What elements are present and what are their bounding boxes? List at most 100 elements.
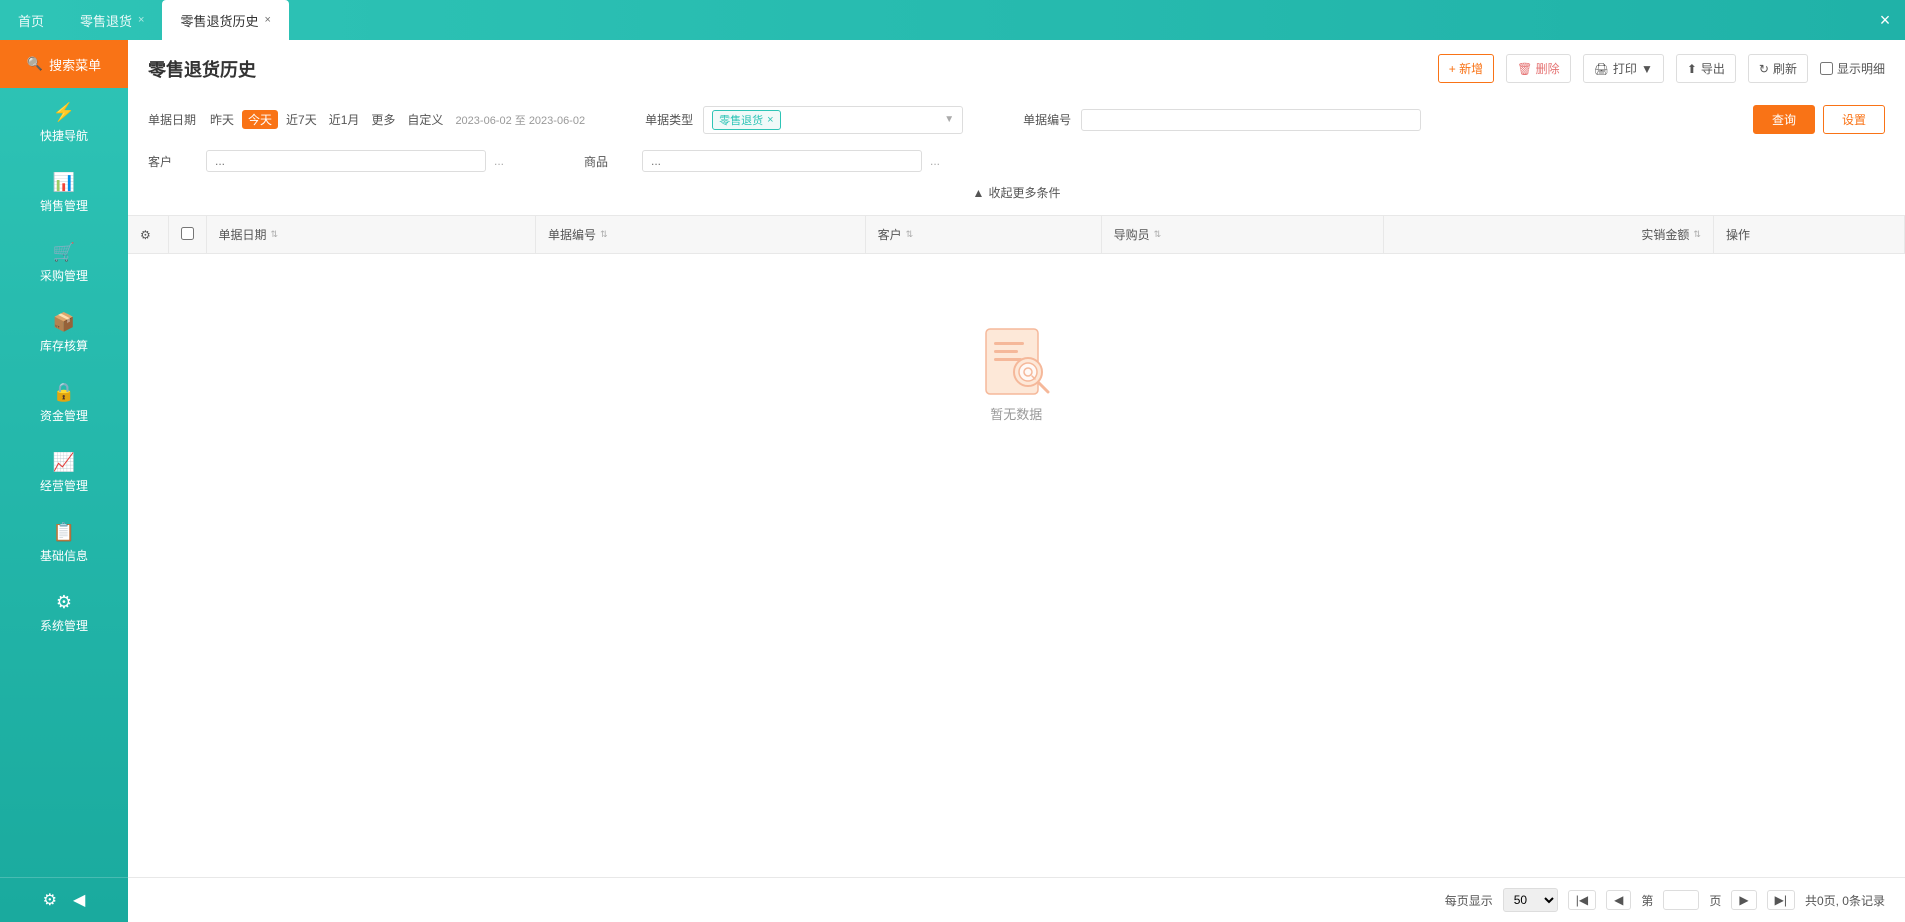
date-btn-custom[interactable]: 自定义 [403, 110, 447, 129]
date-btn-7days[interactable]: 近7天 [282, 110, 321, 129]
column-settings-icon[interactable]: ⚙ [140, 228, 151, 242]
sidebar-item-label: 销售管理 [40, 197, 88, 214]
th-checkbox[interactable] [168, 216, 206, 254]
inventory-icon: 📦 [53, 312, 75, 333]
sidebar-item-label: 快捷导航 [40, 127, 88, 144]
main-layout: 🔍 搜索菜单 ⚡ 快捷导航 📊 销售管理 🛒 采购管理 📦 库存核算 🔒 资金管… [0, 40, 1905, 922]
action-buttons: 查询 设置 [1753, 105, 1885, 134]
sidebar-item-inventory[interactable]: 📦 库存核算 [0, 298, 128, 368]
sidebar-item-label: 经营管理 [40, 477, 88, 494]
tab-home[interactable]: 首页 [0, 0, 62, 40]
date-range-display: 2023-06-02 至 2023-06-02 [455, 112, 585, 128]
th-guide[interactable]: 导购员 ⇅ [1101, 216, 1384, 254]
th-doc-number-label: 单据编号 [548, 226, 596, 243]
collapse-filter-button[interactable]: ▲ 收起更多条件 [973, 184, 1061, 201]
customer-more-icon[interactable]: ... [494, 154, 504, 168]
customer-filter: 客户 ... [148, 150, 504, 172]
goods-filter: 商品 ... [584, 150, 940, 172]
sidebar-item-operations[interactable]: 📈 经营管理 [0, 438, 128, 508]
sidebar-item-label: 库存核算 [40, 337, 88, 354]
window-close-button[interactable]: × [1865, 0, 1905, 40]
goods-input[interactable] [642, 150, 922, 172]
th-action-label: 操作 [1726, 228, 1750, 242]
th-customer-label: 客户 [878, 226, 902, 243]
date-filter-label: 单据日期 [148, 111, 198, 128]
customer-input[interactable] [206, 150, 486, 172]
refresh-button[interactable]: ↻ 刷新 [1748, 54, 1808, 83]
sidebar-item-label: 采购管理 [40, 267, 88, 284]
th-action: 操作 [1713, 216, 1904, 254]
sort-customer-icon: ⇅ [906, 229, 914, 240]
query-button[interactable]: 查询 [1753, 105, 1815, 134]
settings-bottom-btn[interactable]: ⚙ [43, 890, 57, 910]
doc-type-tag-close[interactable]: × [767, 114, 773, 126]
empty-state: 暂无数据 [128, 254, 1905, 463]
doc-type-select[interactable]: 零售退货 × ▼ [703, 106, 963, 134]
filter-settings-button[interactable]: 设置 [1823, 105, 1885, 134]
tab-retail-return[interactable]: 零售退货 × [62, 0, 162, 40]
date-btn-today[interactable]: 今天 [242, 110, 278, 129]
doc-type-tag-label: 零售退货 [719, 112, 763, 128]
tab-home-label: 首页 [18, 11, 44, 30]
empty-illustration [966, 314, 1066, 404]
page-last-button[interactable]: ▶| [1767, 890, 1795, 910]
page-first-button[interactable]: |◀ [1568, 890, 1596, 910]
per-page-select[interactable]: 50 10 20 100 [1503, 888, 1558, 912]
export-icon: ⬆ [1687, 62, 1697, 76]
doc-number-label: 单据编号 [1023, 111, 1073, 128]
page-label: 第 [1641, 892, 1653, 909]
customer-label: 客户 [148, 153, 198, 170]
tab-retail-return-history-close[interactable]: × [264, 14, 270, 26]
content-area: 零售退货历史 + 新增 🗑 删除 🖨 打印 ▼ ⬆ 导出 ↻ [128, 40, 1905, 922]
sidebar-item-finance[interactable]: 🔒 资金管理 [0, 368, 128, 438]
sidebar-item-quick-nav[interactable]: ⚡ 快捷导航 [0, 88, 128, 158]
delete-button[interactable]: 🗑 删除 [1506, 54, 1571, 83]
date-quick-buttons: 昨天 今天 近7天 近1月 更多 自定义 [206, 110, 447, 129]
doc-number-filter: 单据编号 [1023, 109, 1421, 131]
sidebar-item-label: 系统管理 [40, 617, 88, 634]
th-settings[interactable]: ⚙ [128, 216, 168, 254]
refresh-label: 刷新 [1773, 60, 1797, 77]
new-button[interactable]: + 新增 [1438, 54, 1494, 83]
sort-amount-icon: ⇅ [1693, 229, 1701, 240]
sidebar-bottom: ⚙ ◀ [0, 877, 128, 922]
tab-list: 首页 零售退货 × 零售退货历史 × [0, 0, 289, 40]
print-button[interactable]: 🖨 打印 ▼ [1583, 54, 1664, 83]
th-doc-date-label: 单据日期 [219, 226, 267, 243]
print-arrow-icon: ▼ [1641, 62, 1653, 76]
sidebar-item-sales-mgmt[interactable]: 📊 销售管理 [0, 158, 128, 228]
th-doc-number[interactable]: 单据编号 ⇅ [536, 216, 866, 254]
collapse-sidebar-btn[interactable]: ◀ [73, 890, 85, 910]
search-icon: 🔍 [27, 56, 43, 72]
th-customer[interactable]: 客户 ⇅ [865, 216, 1101, 254]
tab-retail-return-close[interactable]: × [138, 14, 144, 26]
print-icon: 🖨 [1594, 62, 1609, 76]
th-amount[interactable]: 实销金额 ⇅ [1384, 216, 1714, 254]
page-prev-button[interactable]: ◀ [1606, 890, 1631, 910]
sidebar-item-label: 基础信息 [40, 547, 88, 564]
goods-more-icon[interactable]: ... [930, 154, 940, 168]
per-page-label: 每页显示 [1445, 892, 1493, 909]
doc-type-filter: 单据类型 零售退货 × ▼ [645, 106, 963, 134]
date-btn-yesterday[interactable]: 昨天 [206, 110, 238, 129]
date-btn-more[interactable]: 更多 [367, 110, 399, 129]
page-header: 零售退货历史 + 新增 🗑 删除 🖨 打印 ▼ ⬆ 导出 ↻ [128, 40, 1905, 216]
show-detail-checkbox[interactable] [1820, 62, 1833, 75]
show-detail-check[interactable]: 显示明细 [1820, 60, 1885, 77]
page-next-button[interactable]: ▶ [1731, 890, 1756, 910]
page-number-input[interactable]: 1 [1663, 890, 1699, 910]
sidebar-item-system-mgmt[interactable]: ⚙ 系统管理 [0, 578, 128, 648]
sidebar-item-purchase-mgmt[interactable]: 🛒 采购管理 [0, 228, 128, 298]
doc-number-input[interactable] [1081, 109, 1421, 131]
select-all-checkbox[interactable] [181, 227, 194, 240]
page-title-row: 零售退货历史 + 新增 🗑 删除 🖨 打印 ▼ ⬆ 导出 ↻ [148, 54, 1885, 83]
date-filter: 单据日期 昨天 今天 近7天 近1月 更多 自定义 2023-06-02 至 2… [148, 110, 585, 129]
toolbar: + 新增 🗑 删除 🖨 打印 ▼ ⬆ 导出 ↻ 刷新 [1438, 54, 1885, 83]
th-doc-date[interactable]: 单据日期 ⇅ [206, 216, 536, 254]
purchase-icon: 🛒 [53, 242, 75, 263]
sidebar-search-button[interactable]: 🔍 搜索菜单 [0, 40, 128, 88]
tab-retail-return-history[interactable]: 零售退货历史 × [162, 0, 288, 40]
date-btn-1month[interactable]: 近1月 [325, 110, 364, 129]
export-button[interactable]: ⬆ 导出 [1676, 54, 1736, 83]
sidebar-item-basic-info[interactable]: 📋 基础信息 [0, 508, 128, 578]
